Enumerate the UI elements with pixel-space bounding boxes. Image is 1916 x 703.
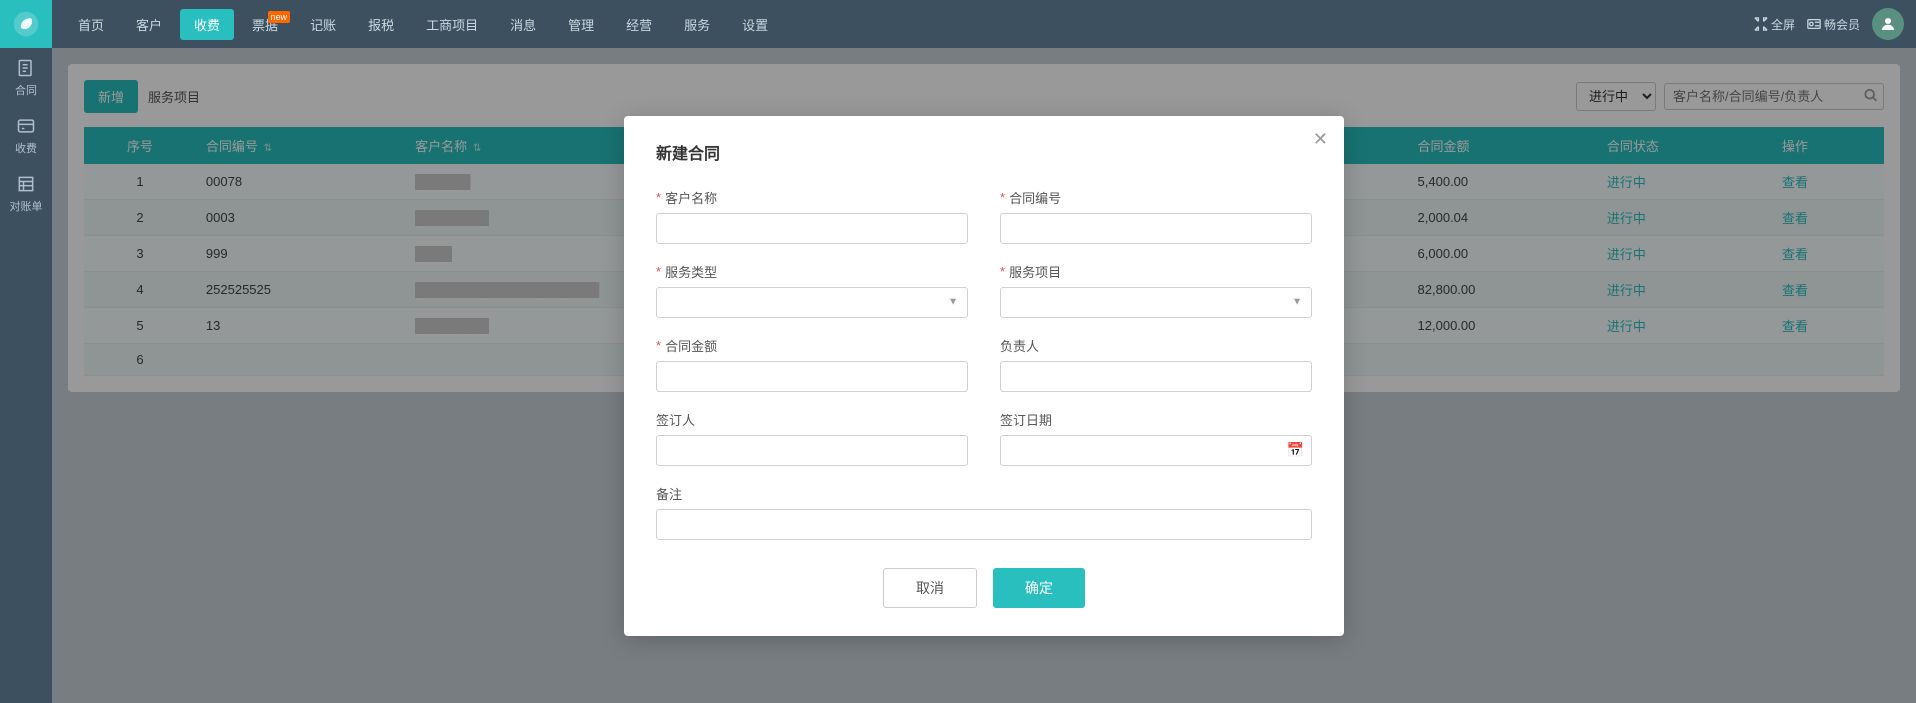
form-row-service-item: * 服务项目: [1000, 262, 1312, 318]
new-contract-modal: 新建合同 ✕ * 客户名称 * 合同编号: [624, 116, 1344, 636]
nav-business[interactable]: 工商项目: [412, 9, 492, 40]
service-type-select[interactable]: [656, 287, 968, 318]
contract-no-input[interactable]: [1000, 213, 1312, 244]
service-type-label: * 服务类型: [656, 262, 968, 281]
signer-input[interactable]: [656, 435, 968, 466]
customer-input[interactable]: [656, 213, 968, 244]
fullscreen-btn[interactable]: 全屏: [1754, 16, 1795, 33]
remark-input[interactable]: [656, 509, 1312, 540]
remark-label: 备注: [656, 484, 1312, 503]
form-row-responsible: 负责人: [1000, 336, 1312, 392]
form-row-remark: 备注: [656, 484, 1312, 540]
sidebar-item-reconcile[interactable]: 对账单: [0, 164, 52, 222]
form-row-signer: 签订人: [656, 410, 968, 466]
nav-billing[interactable]: 收费: [180, 9, 234, 40]
form-grid: * 客户名称 * 合同编号: [656, 188, 1312, 540]
service-item-label: * 服务项目: [1000, 262, 1312, 281]
form-row-customer: * 客户名称: [656, 188, 968, 244]
sidebar-item-label: 合同: [15, 82, 37, 98]
service-item-select-wrap: [1000, 287, 1312, 318]
sidebar-item-label: 对账单: [10, 198, 43, 214]
responsible-input[interactable]: [1000, 361, 1312, 392]
sidebar-item-contract[interactable]: 合同: [0, 48, 52, 106]
new-badge: new: [268, 11, 291, 23]
nav-service[interactable]: 服务: [670, 9, 724, 40]
date-wrap: 2023-06-06 📅: [1000, 435, 1312, 466]
member-btn[interactable]: 畅会员: [1807, 16, 1860, 33]
sign-date-label: 签订日期: [1000, 410, 1312, 429]
nav-operation[interactable]: 经营: [612, 9, 666, 40]
confirm-button[interactable]: 确定: [993, 568, 1085, 608]
service-item-select[interactable]: [1000, 287, 1312, 318]
modal-close-button[interactable]: ✕: [1313, 130, 1328, 148]
form-row-sign-date: 签订日期 2023-06-06 📅: [1000, 410, 1312, 466]
amount-input[interactable]: 0.00: [656, 361, 968, 392]
modal-title: 新建合同: [656, 140, 1312, 164]
main-container: 首页 客户 收费 票据 new 记账 报税 工商项目 消息 管理 经营 服务 设…: [52, 0, 1916, 703]
nav-message[interactable]: 消息: [496, 9, 550, 40]
sidebar: 合同 收费 对账单: [0, 0, 52, 703]
nav-manage[interactable]: 管理: [554, 9, 608, 40]
form-row-amount: * 合同金额 0.00: [656, 336, 968, 392]
topnav: 首页 客户 收费 票据 new 记账 报税 工商项目 消息 管理 经营 服务 设…: [52, 0, 1916, 48]
logo[interactable]: [0, 0, 52, 48]
sign-date-input[interactable]: 2023-06-06: [1000, 435, 1312, 466]
nav-home[interactable]: 首页: [64, 9, 118, 40]
nav-settings[interactable]: 设置: [728, 9, 782, 40]
nav-ledger[interactable]: 记账: [296, 9, 350, 40]
form-row-service-type: * 服务类型: [656, 262, 968, 318]
topnav-right: 全屏 畅会员: [1754, 8, 1904, 40]
sidebar-item-label: 收费: [15, 140, 37, 156]
nav-tax[interactable]: 报税: [354, 9, 408, 40]
modal-footer: 取消 确定: [656, 568, 1312, 608]
modal-overlay: 新建合同 ✕ * 客户名称 * 合同编号: [52, 48, 1916, 703]
signer-label: 签订人: [656, 410, 968, 429]
contract-no-label: * 合同编号: [1000, 188, 1312, 207]
nav-customer[interactable]: 客户: [122, 9, 176, 40]
form-row-contract-no: * 合同编号: [1000, 188, 1312, 244]
content: 新增 服务项目 进行中 已完成 已终止: [52, 48, 1916, 703]
cancel-button[interactable]: 取消: [883, 568, 977, 608]
service-type-select-wrap: [656, 287, 968, 318]
nav-invoice[interactable]: 票据 new: [238, 9, 292, 40]
avatar[interactable]: [1872, 8, 1904, 40]
amount-label: * 合同金额: [656, 336, 968, 355]
customer-label: * 客户名称: [656, 188, 968, 207]
sidebar-item-billing[interactable]: 收费: [0, 106, 52, 164]
responsible-label: 负责人: [1000, 336, 1312, 355]
